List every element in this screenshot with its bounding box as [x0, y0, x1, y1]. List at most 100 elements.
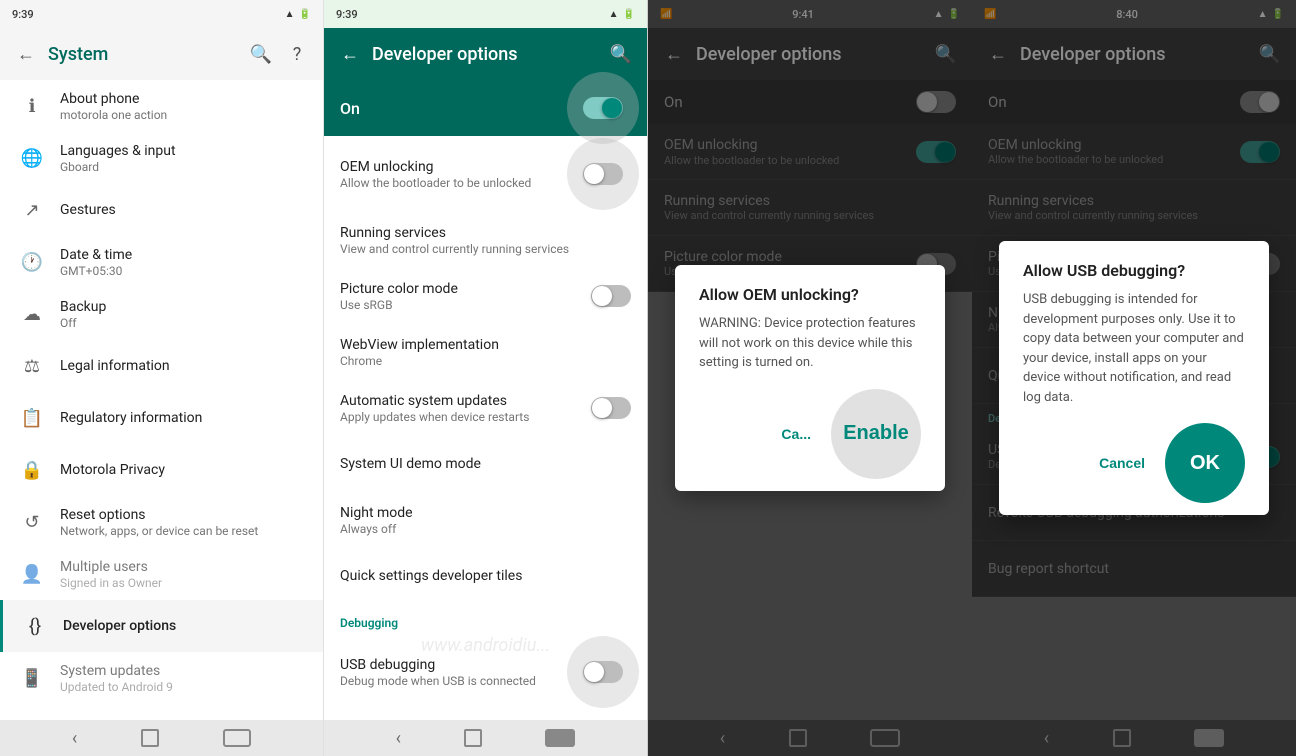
oem-unlocking-item[interactable]: OEM unlocking Allow the bootloader to be… [324, 136, 647, 212]
usb-dialog-actions: Cancel OK [1023, 423, 1245, 503]
toggle-highlight [567, 72, 639, 144]
wifi-icon: ▲ [285, 9, 295, 20]
status-icons-2: ▲ 🔋 [609, 9, 635, 20]
back-icon-2[interactable]: ← [336, 40, 364, 68]
quick-text: Quick settings developer tiles [340, 568, 631, 584]
auto-updates-title: Automatic system updates [340, 393, 591, 409]
oem-dialog-title: Allow OEM unlocking? [699, 285, 921, 304]
sidebar-item-updates[interactable]: 📱 System updatesUpdated to Android 9 [0, 652, 323, 704]
picture-text: Picture color mode Use sRGB [340, 281, 591, 312]
sidebar-item-privacy[interactable]: 🔒 Motorola Privacy [0, 444, 323, 496]
nav-back-1[interactable]: ‹ [72, 728, 77, 749]
toolbar-title-2: Developer options [372, 44, 599, 65]
legal-icon: ⚖ [16, 350, 48, 382]
sidebar-item-datetime[interactable]: 🕐 Date & timeGMT+05:30 [0, 236, 323, 288]
nav-home-2[interactable] [464, 729, 482, 747]
usb-subtitle: Debug mode when USB is connected [340, 674, 551, 688]
running-title: Running services [340, 225, 631, 241]
reset-label: Reset options [60, 507, 258, 523]
running-services-item[interactable]: Running services View and control curren… [324, 212, 647, 268]
privacy-icon: 🔒 [16, 454, 48, 486]
night-title: Night mode [340, 505, 631, 521]
sidebar-item-about[interactable]: ℹ About phonemotorola one action [0, 80, 323, 132]
backup-label: Backup [60, 299, 106, 315]
search-icon-1[interactable]: 🔍 [247, 40, 275, 68]
language-label: Languages & input [60, 143, 176, 159]
oem-dialog-overlay: Allow OEM unlocking? WARNING: Device pro… [648, 0, 972, 756]
sidebar-item-reset[interactable]: ↺ Reset optionsNetwork, apps, or device … [0, 496, 323, 548]
sidebar-item-legal[interactable]: ⚖ Legal information [0, 340, 323, 392]
picture-toggle[interactable] [591, 285, 631, 307]
nav-bar-1: ‹ [0, 720, 323, 756]
status-bar-2: 9:39 ▲ 🔋 [324, 0, 647, 28]
sidebar-item-regulatory[interactable]: 📋 Regulatory information [0, 392, 323, 444]
nav-recent-2[interactable] [545, 729, 575, 747]
nav-bar-2: ‹ [324, 720, 647, 756]
night-text: Night mode Always off [340, 505, 631, 536]
demo-mode-item[interactable]: System UI demo mode [324, 436, 647, 492]
language-sublabel: Gboard [60, 160, 176, 174]
picture-title: Picture color mode [340, 281, 591, 297]
auto-updates-item[interactable]: Automatic system updates Apply updates w… [324, 380, 647, 436]
nav-recent-1[interactable] [223, 729, 251, 747]
night-mode-item[interactable]: Night mode Always off [324, 492, 647, 548]
gestures-icon: ↗ [16, 194, 48, 226]
datetime-label: Date & time [60, 247, 132, 263]
usb-toggle[interactable] [583, 661, 623, 683]
usb-dialog: Allow USB debugging? USB debugging is in… [999, 241, 1269, 515]
oem-dialog-actions: Ca... Enable [699, 389, 921, 479]
quick-settings-item[interactable]: Quick settings developer tiles [324, 548, 647, 604]
oem-enable-button[interactable]: Enable [839, 416, 913, 451]
running-subtitle: View and control currently running servi… [340, 242, 631, 256]
oem-subtitle: Allow the bootloader to be unlocked [340, 176, 551, 190]
about-icon: ℹ [16, 90, 48, 122]
usb-text: USB debugging Debug mode when USB is con… [340, 657, 551, 688]
picture-color-item[interactable]: Picture color mode Use sRGB [324, 268, 647, 324]
updates-label: System updates [60, 663, 173, 679]
battery-icon: 🔋 [299, 9, 311, 20]
backup-icon: ☁ [16, 298, 48, 330]
picture-subtitle: Use sRGB [340, 298, 591, 312]
users-icon: 👤 [16, 558, 48, 590]
oem-toggle[interactable] [583, 163, 623, 185]
status-time-1: 9:39 [12, 8, 34, 21]
language-icon: 🌐 [16, 142, 48, 174]
debugging-header: Debugging [324, 604, 647, 634]
nav-home-1[interactable] [141, 729, 159, 747]
usb-ok-button[interactable]: OK [1186, 446, 1224, 481]
webview-text: WebView implementation Chrome [340, 337, 631, 368]
sidebar-item-developer[interactable]: {} Developer options [0, 600, 323, 652]
demo-title: System UI demo mode [340, 456, 631, 472]
backup-sublabel: Off [60, 316, 106, 330]
auto-updates-toggle[interactable] [591, 397, 631, 419]
oem-cancel-button[interactable]: Ca... [777, 389, 815, 479]
running-text: Running services View and control curren… [340, 225, 631, 256]
toolbar-title-1: System [48, 44, 239, 65]
sidebar-item-users[interactable]: 👤 Multiple usersSigned in as Owner [0, 548, 323, 600]
webview-item[interactable]: WebView implementation Chrome [324, 324, 647, 380]
usb-cancel-button[interactable]: Cancel [1095, 423, 1149, 503]
battery-icon-2: 🔋 [623, 9, 635, 20]
nav-back-2[interactable]: ‹ [396, 728, 401, 749]
help-icon-1[interactable]: ? [283, 40, 311, 68]
users-label: Multiple users [60, 559, 162, 575]
night-subtitle: Always off [340, 522, 631, 536]
usb-dialog-title: Allow USB debugging? [1023, 261, 1245, 280]
about-sublabel: motorola one action [60, 108, 167, 122]
sidebar-item-gestures[interactable]: ↗ Gestures [0, 184, 323, 236]
webview-title: WebView implementation [340, 337, 631, 353]
legal-label: Legal information [60, 358, 170, 374]
sidebar-item-backup[interactable]: ☁ BackupOff [0, 288, 323, 340]
datetime-sublabel: GMT+05:30 [60, 264, 132, 278]
reset-sublabel: Network, apps, or device can be reset [60, 524, 258, 538]
sidebar-item-language[interactable]: 🌐 Languages & inputGboard [0, 132, 323, 184]
search-icon-2[interactable]: 🔍 [607, 40, 635, 68]
usb-dialog-overlay: Allow USB debugging? USB debugging is in… [972, 0, 1296, 756]
auto-updates-text: Automatic system updates Apply updates w… [340, 393, 591, 424]
revoke-usb-item[interactable]: Revoke USB debugging authorizations [324, 710, 647, 720]
usb-debug-item[interactable]: USB debugging Debug mode when USB is con… [324, 634, 647, 710]
back-icon-1[interactable]: ← [12, 40, 40, 68]
status-time-2: 9:39 [336, 8, 358, 21]
wifi-icon-2: ▲ [609, 9, 619, 20]
on-toggle[interactable] [583, 97, 623, 119]
